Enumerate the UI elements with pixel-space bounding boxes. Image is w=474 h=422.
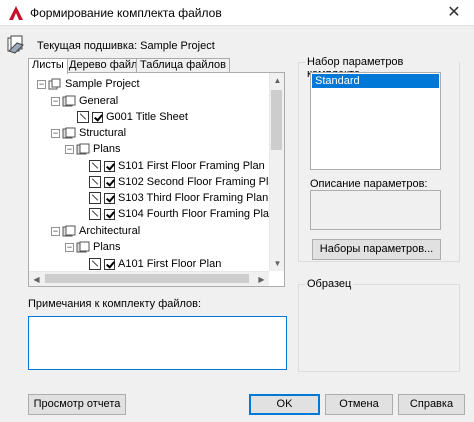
sample-label: Образец [305,278,354,290]
collapse-icon[interactable]: − [65,242,74,252]
tree-subset-plans[interactable]: − Plans [65,141,121,157]
collapse-icon[interactable]: − [65,144,74,154]
title-bar: Формирование комплекта файлов ✕ [0,0,474,26]
tree-item-label: Plans [93,143,121,155]
tree-subset-architectural[interactable]: − Architectural [51,223,140,239]
tree-item-label: S104 Fourth Floor Framing Plan [118,208,269,220]
tree-item-label: Structural [79,127,127,139]
setup-description-label: Описание параметров: [310,178,428,190]
notes-label: Примечания к комплекту файлов: [28,298,202,310]
tree-item-label: A101 First Floor Plan [118,258,222,270]
tree-root[interactable]: − Sample Project [37,76,140,92]
sheet-tree-panel[interactable]: − Sample Project − General G001 Title Shee… [28,72,285,287]
include-checkbox[interactable] [104,208,115,220]
subset-icon [62,225,76,237]
tree-sheet-s103[interactable]: S103 Third Floor Framing Plan [89,190,268,206]
collapse-icon[interactable]: − [37,79,46,89]
help-button[interactable]: Справка [398,394,465,415]
window-title: Формирование комплекта файлов [30,6,222,20]
tree-sheet-g001[interactable]: G001 Title Sheet [77,109,188,125]
horizontal-scroll-thumb[interactable] [45,274,249,283]
subset-icon [76,143,90,155]
setup-description-box [310,190,441,230]
sheet-icon [89,176,101,189]
sample-group: Образец [298,278,460,372]
scroll-left-icon[interactable]: ◀ [29,275,44,284]
collapse-icon[interactable]: − [51,226,60,236]
scroll-up-icon[interactable]: ▲ [270,76,285,85]
tree-item-label: S101 First Floor Framing Plan [118,160,265,172]
include-checkbox[interactable] [104,192,115,204]
cancel-button[interactable]: Отмена [325,394,393,415]
tree-subset-plans[interactable]: − Plans [65,239,121,255]
transmittal-setups-button[interactable]: Наборы параметров... [312,239,441,260]
tab-sheets[interactable]: Листы [28,58,68,74]
sheet-set-icon [48,78,61,90]
tab-file-table[interactable]: Таблица файлов [136,58,231,73]
tree-root-label: Sample Project [65,78,140,90]
tree-sheet-s101[interactable]: S101 First Floor Framing Plan [89,158,265,174]
sheet-icon [77,111,89,124]
scroll-down-icon[interactable]: ▼ [270,259,285,268]
scroll-right-icon[interactable]: ▶ [254,275,269,284]
tree-item-label: Architectural [79,225,141,237]
tree-item-label: G001 Title Sheet [106,111,188,123]
transmittal-setups-list[interactable]: Standard [310,72,441,170]
ok-button[interactable]: OK [249,394,320,415]
close-button[interactable]: ✕ [434,0,474,26]
include-checkbox[interactable] [92,111,103,123]
autocad-logo-icon [9,6,23,20]
sheet-set-transmit-icon [7,35,24,54]
sheet-icon [89,192,101,205]
subset-icon [62,127,76,139]
view-report-button[interactable]: Просмотр отчета [28,394,126,415]
collapse-icon[interactable]: − [51,96,60,106]
tree-sheet-a101[interactable]: A101 First Floor Plan [89,256,221,271]
tree-sheet-s102[interactable]: S102 Second Floor Framing Plan [89,174,269,190]
tree-subset-structural[interactable]: − Structural [51,125,126,141]
list-item[interactable]: Standard [312,74,439,88]
current-sheet-set-label: Текущая подшивка: Sample Project [37,40,215,52]
sheet-icon [89,258,101,271]
tree-item-label: S103 Third Floor Framing Plan [118,192,269,204]
include-checkbox[interactable] [104,258,115,270]
subset-icon [62,95,76,107]
tree-item-label: General [79,95,119,107]
include-checkbox[interactable] [104,160,115,172]
include-checkbox[interactable] [104,176,115,188]
sheet-icon [89,208,101,221]
tree-item-label: S102 Second Floor Framing Plan [118,176,269,188]
subset-icon [76,241,90,253]
collapse-icon[interactable]: − [51,128,60,138]
tree-subset-general[interactable]: − General [51,93,118,109]
sheet-tree: − Sample Project − General G001 Title Shee… [29,73,269,271]
notes-textarea[interactable] [28,316,287,370]
tree-sheet-s104[interactable]: S104 Fourth Floor Framing Plan [89,206,269,222]
sheet-icon [89,160,101,173]
vertical-scroll-thumb[interactable] [271,90,282,150]
tree-item-label: Plans [93,241,121,253]
